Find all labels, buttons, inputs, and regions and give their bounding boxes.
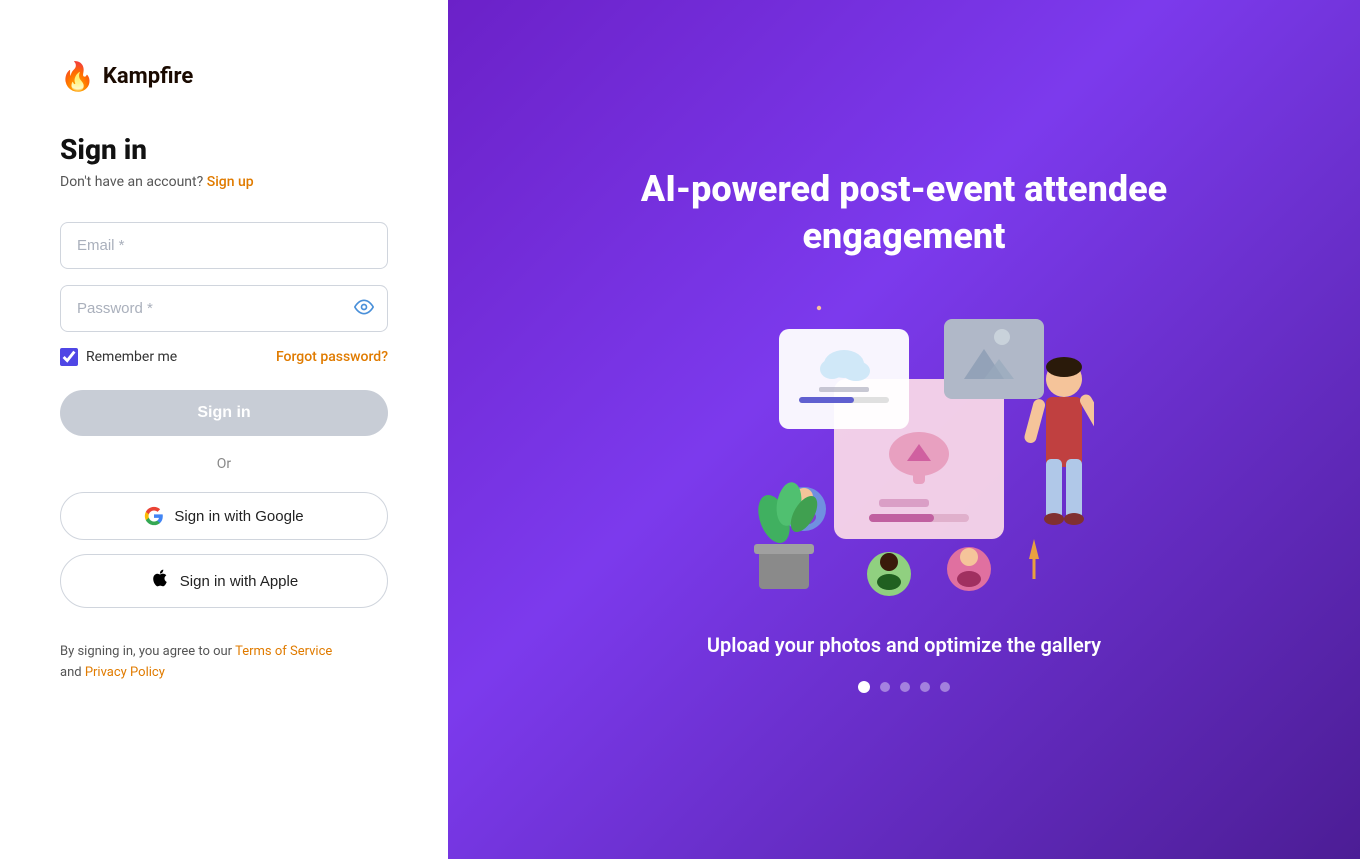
or-divider: Or: [60, 456, 388, 472]
password-field-group: [60, 285, 388, 332]
apple-sign-in-button[interactable]: Sign in with Apple: [60, 554, 388, 608]
password-input[interactable]: [60, 285, 388, 332]
left-panel: 🔥 Kampfire Sign in Don't have an account…: [0, 0, 448, 859]
forgot-password-link[interactable]: Forgot password?: [276, 349, 388, 365]
logo: 🔥 Kampfire: [60, 60, 388, 93]
email-input[interactable]: [60, 222, 388, 269]
email-field-group: [60, 222, 388, 269]
carousel-dot-3[interactable]: [900, 682, 910, 692]
apple-icon: [150, 568, 170, 594]
carousel-dot-5[interactable]: [940, 682, 950, 692]
terms-of-service-link[interactable]: Terms of Service: [235, 644, 332, 659]
illustration: [714, 289, 1094, 609]
right-panel-title: AI-powered post-event attendee engagemen…: [624, 166, 1184, 260]
flame-icon: 🔥: [60, 60, 95, 93]
signup-prompt: Don't have an account? Sign up: [60, 174, 388, 190]
remember-me-checkbox[interactable]: [60, 348, 78, 366]
carousel-dot-4[interactable]: [920, 682, 930, 692]
google-sign-in-button[interactable]: Sign in with Google: [60, 492, 388, 540]
sign-in-button[interactable]: Sign in: [60, 390, 388, 436]
carousel-dot-2[interactable]: [880, 682, 890, 692]
tos-text: By signing in, you agree to our Terms of…: [60, 642, 388, 684]
google-button-label: Sign in with Google: [174, 508, 303, 525]
show-password-icon[interactable]: [354, 297, 374, 321]
apple-button-label: Sign in with Apple: [180, 573, 298, 590]
privacy-policy-link[interactable]: Privacy Policy: [85, 665, 165, 680]
remember-me-label[interactable]: Remember me: [60, 348, 177, 366]
logo-text: Kampfire: [103, 64, 193, 89]
carousel-dots: [858, 681, 950, 693]
signup-link[interactable]: Sign up: [207, 174, 254, 190]
google-icon: [144, 506, 164, 526]
right-panel: AI-powered post-event attendee engagemen…: [448, 0, 1360, 859]
carousel-dot-1[interactable]: [858, 681, 870, 693]
password-wrapper: [60, 285, 388, 332]
page-title: Sign in: [60, 133, 388, 166]
remember-forgot-row: Remember me Forgot password?: [60, 348, 388, 366]
right-panel-subtitle: Upload your photos and optimize the gall…: [707, 633, 1101, 657]
